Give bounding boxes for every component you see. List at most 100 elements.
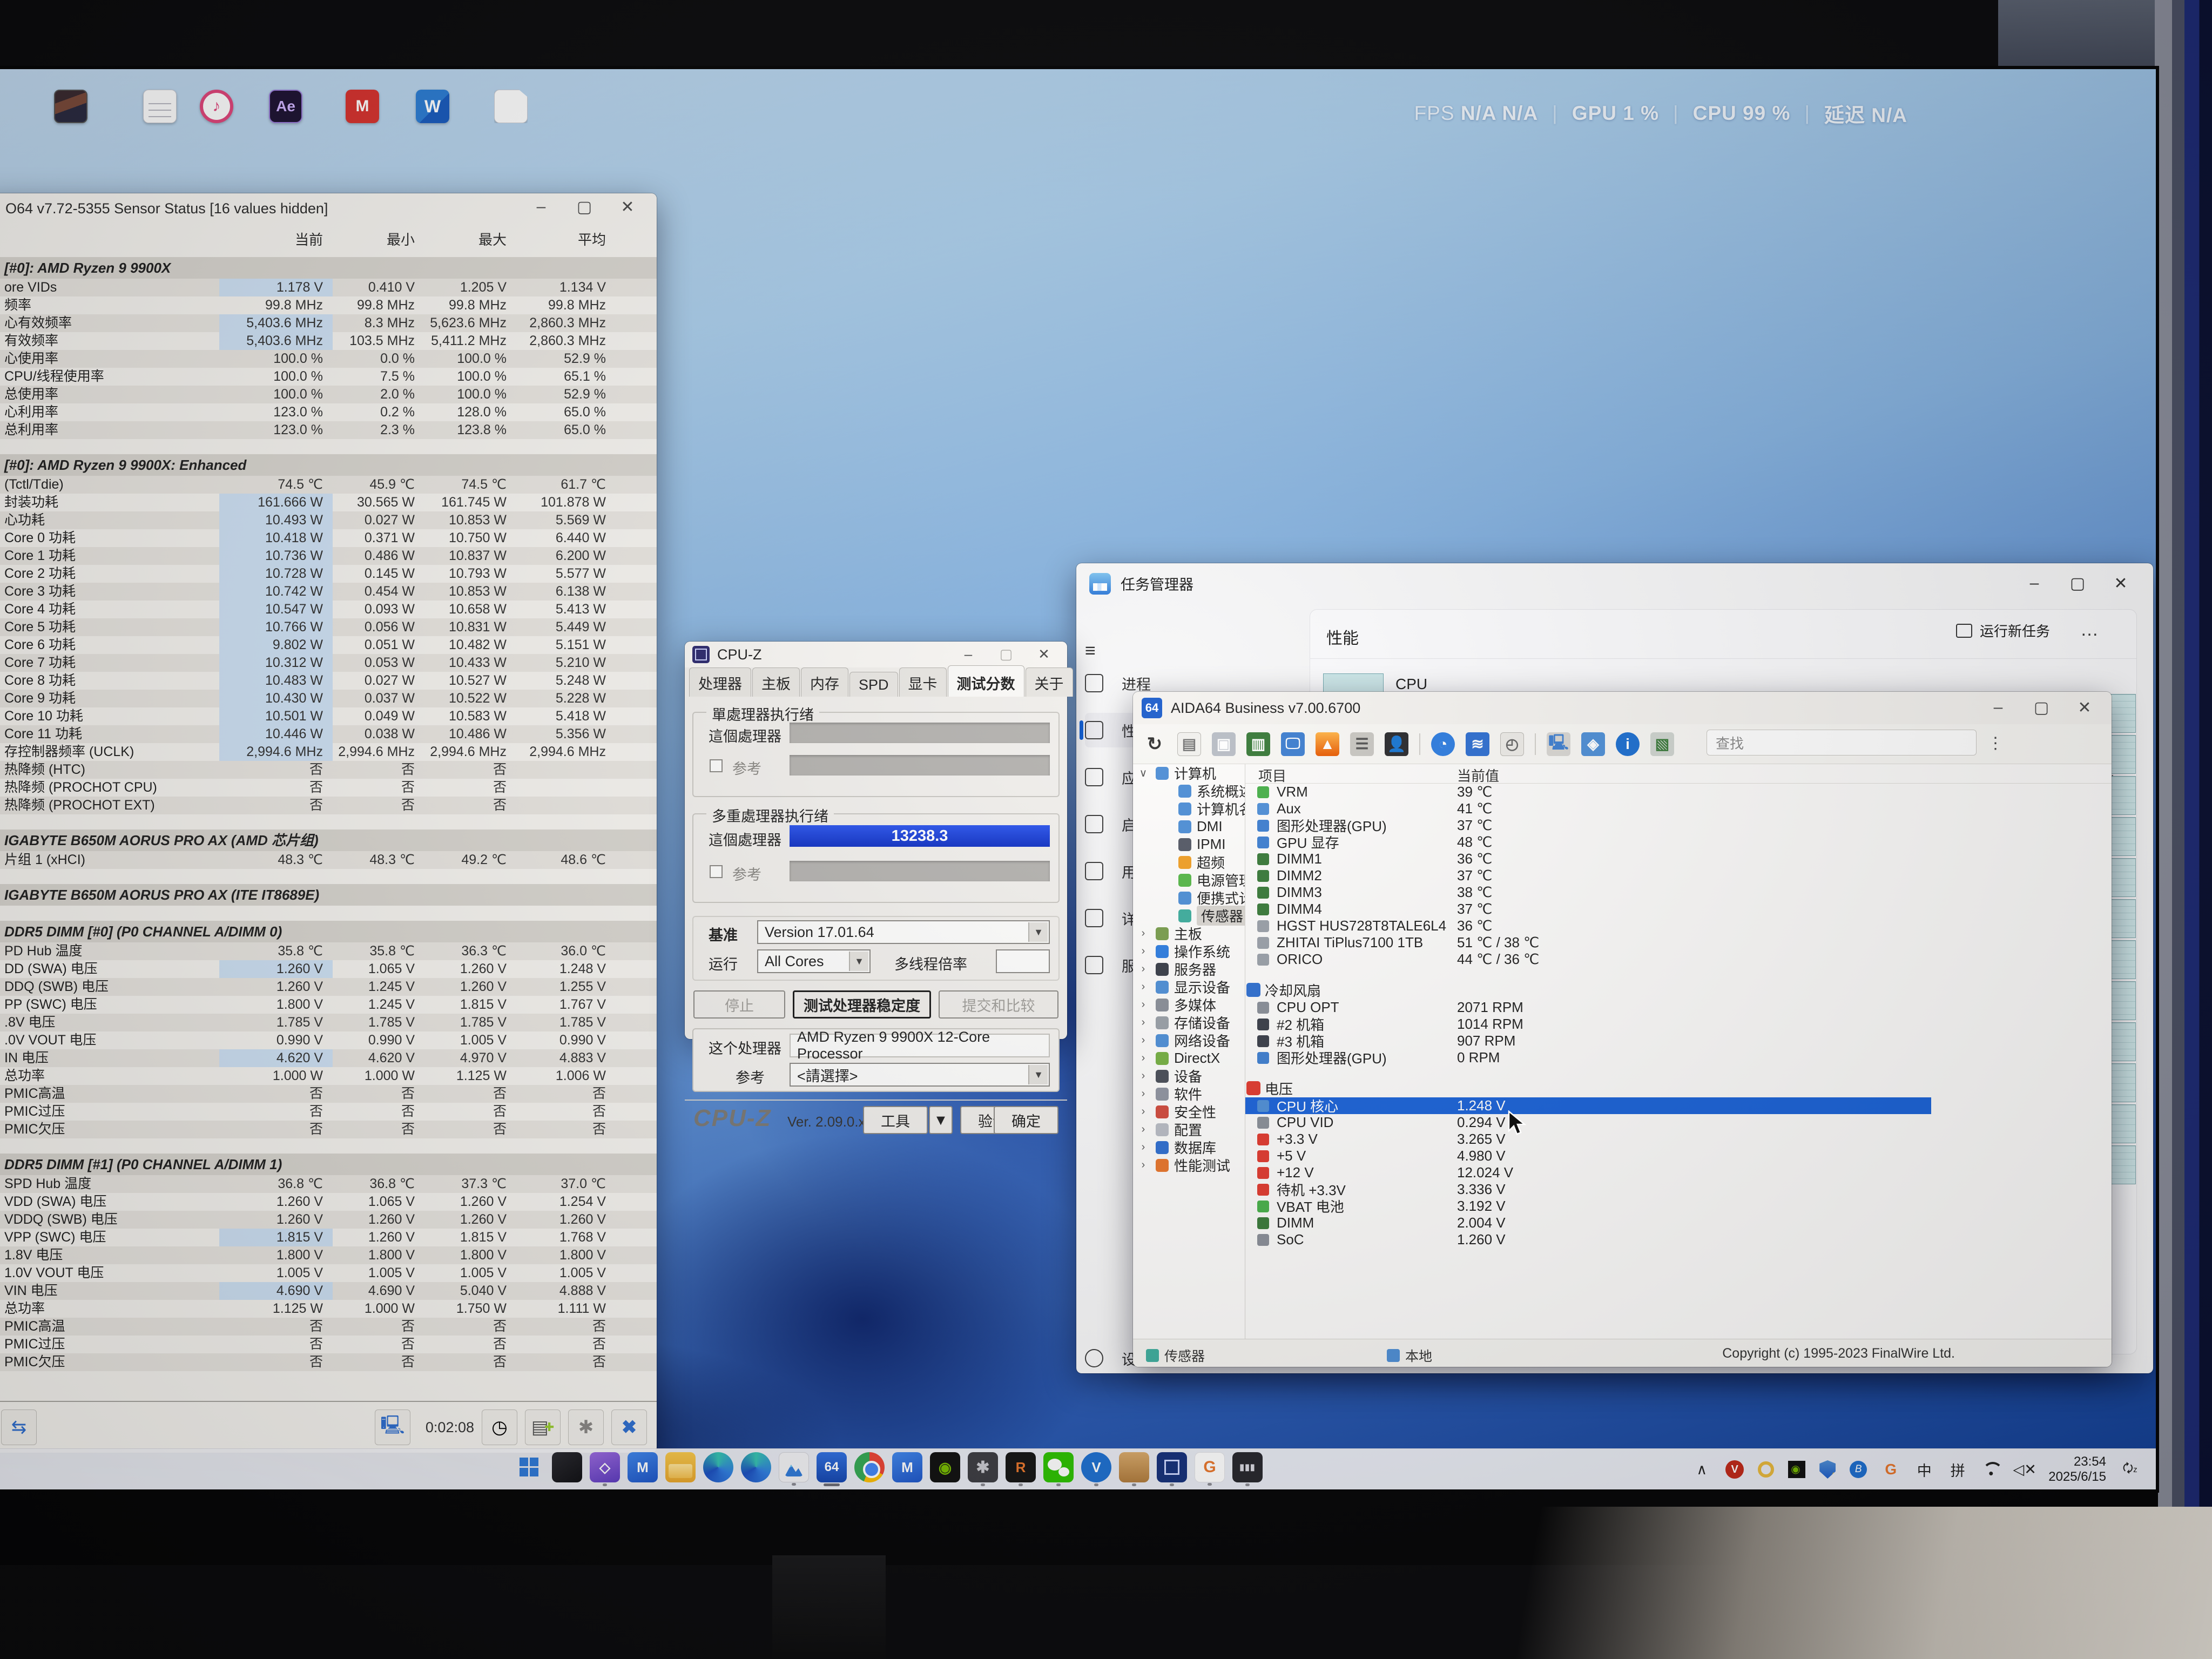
list-item-ZHITAI TiPlus7100 1TB[interactable]: ZHITAI TiPlus7100 1TB 51 ℃ / 38 ℃ [1245, 934, 2112, 951]
edge-browser-2[interactable] [741, 1452, 771, 1482]
maximize-button[interactable]: ▢ [563, 198, 606, 217]
table-row[interactable]: PMIC高温 否 否 否 否 [0, 1085, 657, 1103]
tree-item-计算机名称[interactable]: 计算机名称 [1133, 800, 1245, 818]
tab-显卡[interactable]: 显卡 [899, 667, 947, 697]
memory-icon[interactable]: ▥ [1246, 732, 1270, 756]
tree-item-服务器[interactable]: › 服务器 [1133, 960, 1245, 978]
movie-poster-shortcut[interactable] [54, 90, 87, 123]
gpu-z[interactable]: G [1195, 1452, 1225, 1486]
tree-item-配置[interactable]: › 配置 [1133, 1121, 1245, 1138]
tools-dropdown-arrow[interactable]: ▼ [929, 1106, 953, 1134]
table-row[interactable]: 总功率 1.000 W 1.000 W 1.125 W 1.006 W [0, 1067, 657, 1085]
table-row[interactable]: 热降频 (PROCHOT CPU) 否 否 否 [0, 779, 657, 797]
wechat[interactable] [1043, 1452, 1074, 1486]
table-row[interactable]: Core 10 功耗 10.501 W 0.049 W 10.583 W 5.418 W [0, 707, 657, 725]
text-document-shortcut[interactable] [143, 90, 177, 123]
refresh-icon[interactable]: ↻ [1143, 732, 1166, 756]
user-icon[interactable]: 👤 [1385, 732, 1408, 756]
report-clock-icon[interactable]: ◴ [1500, 732, 1524, 756]
table-row[interactable]: Core 2 功耗 10.728 W 0.145 W 10.793 W 5.577 W [0, 565, 657, 583]
list-item-HGST HUS728T8TALE6L4[interactable]: HGST HUS728T8TALE6L4 36 ℃ [1245, 918, 2112, 934]
table-row[interactable]: PMIC过压 否 否 否 否 [0, 1103, 657, 1121]
ryzen-master[interactable]: R [1006, 1452, 1036, 1486]
table-row[interactable]: DDQ (SWB) 电压 1.260 V 1.245 V 1.260 V 1.255 V [0, 978, 657, 996]
table-row[interactable]: Core 0 功耗 10.418 W 0.371 W 10.750 W 6.440 W [0, 529, 657, 547]
table-row[interactable]: 有效频率 5,403.6 MHz 103.5 MHz 5,411.2 MHz 2,860… [0, 332, 657, 350]
maximize-button[interactable]: ▢ [2020, 698, 2063, 717]
table-row[interactable]: PMIC高温 否 否 否 否 [0, 1318, 657, 1336]
list-item-SoC[interactable]: SoC 1.260 V [1245, 1231, 2112, 1248]
overclock-flame-icon[interactable]: ▲ [1316, 732, 1339, 756]
tree-item-软件[interactable]: › 软件 [1133, 1085, 1245, 1103]
display-icon[interactable]: 🖵 [1281, 732, 1305, 756]
table-row[interactable]: PP (SWC) 电压 1.800 V 1.245 V 1.815 V 1.767 V [0, 996, 657, 1014]
list-item-DIMM3[interactable]: DIMM3 38 ℃ [1245, 884, 2112, 901]
table-row[interactable]: Core 1 功耗 10.736 W 0.486 W 10.837 W 6.200 W [0, 547, 657, 565]
table-row[interactable]: (Tctl/Tdie) 74.5 ℃ 45.9 ℃ 74.5 ℃ 61.7 ℃ [0, 476, 657, 494]
table-row[interactable]: 热降频 (PROCHOT EXT) 否 否 否 [0, 797, 657, 814]
dark-app[interactable] [552, 1452, 582, 1482]
test-stability-button[interactable]: 测试处理器稳定度 [793, 990, 931, 1019]
tree-item-设备[interactable]: › 设备 [1133, 1067, 1245, 1085]
list-item-待机 +3.3V[interactable]: 待机 +3.3V 3.336 V [1245, 1181, 2112, 1198]
v-app[interactable]: V [1081, 1452, 1111, 1486]
table-row[interactable]: Core 5 功耗 10.766 W 0.056 W 10.831 W 5.449 W [0, 618, 657, 636]
table-row[interactable]: 心使用率 100.0 % 0.0 % 100.0 % 52.9 % [0, 350, 657, 368]
clock-icon[interactable]: ◷ [482, 1410, 517, 1445]
table-row[interactable]: DD (SWA) 电压 1.260 V 1.065 V 1.260 V 1.248 V [0, 960, 657, 978]
notification-bell-icon[interactable]: 🗘 z [2120, 1460, 2140, 1479]
table-row[interactable]: .0V VOUT 电压 0.990 V 0.990 V 1.005 V 0.990 V [0, 1031, 657, 1049]
benchmark-list-icon[interactable]: ☰ [1350, 732, 1374, 756]
table-row[interactable]: Core 3 功耗 10.742 W 0.454 W 10.853 W 6.138 W [0, 583, 657, 601]
column-item[interactable]: 项目 [1258, 765, 1286, 785]
tree-item-主板[interactable]: › 主板 [1133, 925, 1245, 942]
benchmark-version-select[interactable]: Version 17.01.64 ▼ [757, 920, 1050, 944]
tree-item-操作系统[interactable]: › 操作系统 [1133, 942, 1245, 960]
tab-内存[interactable]: 内存 [801, 667, 848, 697]
minimize-button[interactable]: – [949, 646, 987, 663]
table-row[interactable]: IN 电压 4.620 V 4.620 V 4.970 V 4.883 V [0, 1049, 657, 1067]
tab-关于[interactable]: 关于 [1025, 667, 1073, 697]
tray-expand-chevron[interactable]: ∧ [1692, 1460, 1711, 1479]
table-row[interactable]: 存控制器频率 (UCLK) 2,994.6 MHz 2,994.6 MHz 2,994… [0, 743, 657, 761]
list-item-GPU 显存[interactable]: GPU 显存 48 ℃ [1245, 834, 2112, 851]
list-item-图形处理器(GPU)[interactable]: 图形处理器(GPU) 0 RPM [1245, 1049, 2112, 1067]
minimize-button[interactable]: – [2013, 574, 2056, 593]
sensor-titlebar[interactable]: O64 v7.72-5355 Sensor Status [16 values … [0, 193, 657, 224]
list-item-Aux[interactable]: Aux 41 ℃ [1245, 800, 2112, 817]
table-row[interactable]: Core 4 功耗 10.547 W 0.093 W 10.658 W 5.413 W [0, 601, 657, 618]
list-item-VRM[interactable]: VRM 39 ℃ [1245, 784, 2112, 800]
nvidia-app[interactable] [930, 1452, 960, 1482]
table-row[interactable]: CPU/线程使用率 100.0 % 7.5 % 100.0 % 65.1 % [0, 368, 657, 386]
table-row[interactable]: Core 11 功耗 10.446 W 0.038 W 10.486 W 5.356 W [0, 725, 657, 743]
list-item-VBAT 电池[interactable]: VBAT 电池 3.192 V [1245, 1198, 2112, 1215]
table-row[interactable]: Core 7 功耗 10.312 W 0.053 W 10.433 W 5.210 W [0, 654, 657, 672]
folder-blue-icon[interactable]: ◈ [1581, 732, 1605, 756]
table-row[interactable]: 封装功耗 161.666 W 30.565 W 161.745 W 101.878 W [0, 494, 657, 511]
list-item-+5 V[interactable]: +5 V 4.980 V [1245, 1148, 2112, 1164]
list-item-DIMM[interactable]: DIMM 2.004 V [1245, 1215, 2112, 1231]
reference-checkbox[interactable] [710, 865, 723, 878]
start-button[interactable] [514, 1452, 544, 1482]
tab-SPD[interactable]: SPD [849, 672, 898, 697]
purple-diamond-app[interactable]: ◇ [590, 1452, 620, 1486]
report-icon[interactable]: ▤ [1177, 732, 1201, 756]
list-item-#2 机箱[interactable]: #2 机箱 1014 RPM [1245, 1016, 2112, 1033]
table-row[interactable]: PMIC欠压 否 否 否 否 [0, 1121, 657, 1138]
list-item-图形处理器(GPU)[interactable]: 图形处理器(GPU) 37 ℃ [1245, 817, 2112, 834]
table-row[interactable]: 1.0V VOUT 电压 1.005 V 1.005 V 1.005 V 1.005 V [0, 1264, 657, 1282]
network-icon[interactable]: 🖳 [374, 1410, 410, 1445]
table-row[interactable]: 心利用率 123.0 % 0.2 % 128.0 % 65.0 % [0, 403, 657, 421]
ok-button[interactable]: 确定 [994, 1106, 1058, 1134]
table-row[interactable]: PMIC过压 否 否 否 否 [0, 1336, 657, 1353]
list-item-CPU OPT[interactable]: CPU OPT 2071 RPM [1245, 999, 2112, 1016]
close-button[interactable]: ✕ [2063, 698, 2106, 717]
close-x-icon[interactable]: ✖ [611, 1410, 647, 1445]
tree-item-多媒体[interactable]: › 多媒体 [1133, 996, 1245, 1014]
multithread-ratio-field[interactable] [996, 949, 1050, 973]
itunes-shortcut[interactable]: ♪ [200, 90, 233, 123]
tree-item-性能测试[interactable]: › 性能测试 [1133, 1156, 1245, 1174]
chrome-browser[interactable] [854, 1452, 885, 1482]
aida64[interactable]: 64 [817, 1452, 847, 1486]
tools-button[interactable]: 工具 [863, 1106, 928, 1134]
